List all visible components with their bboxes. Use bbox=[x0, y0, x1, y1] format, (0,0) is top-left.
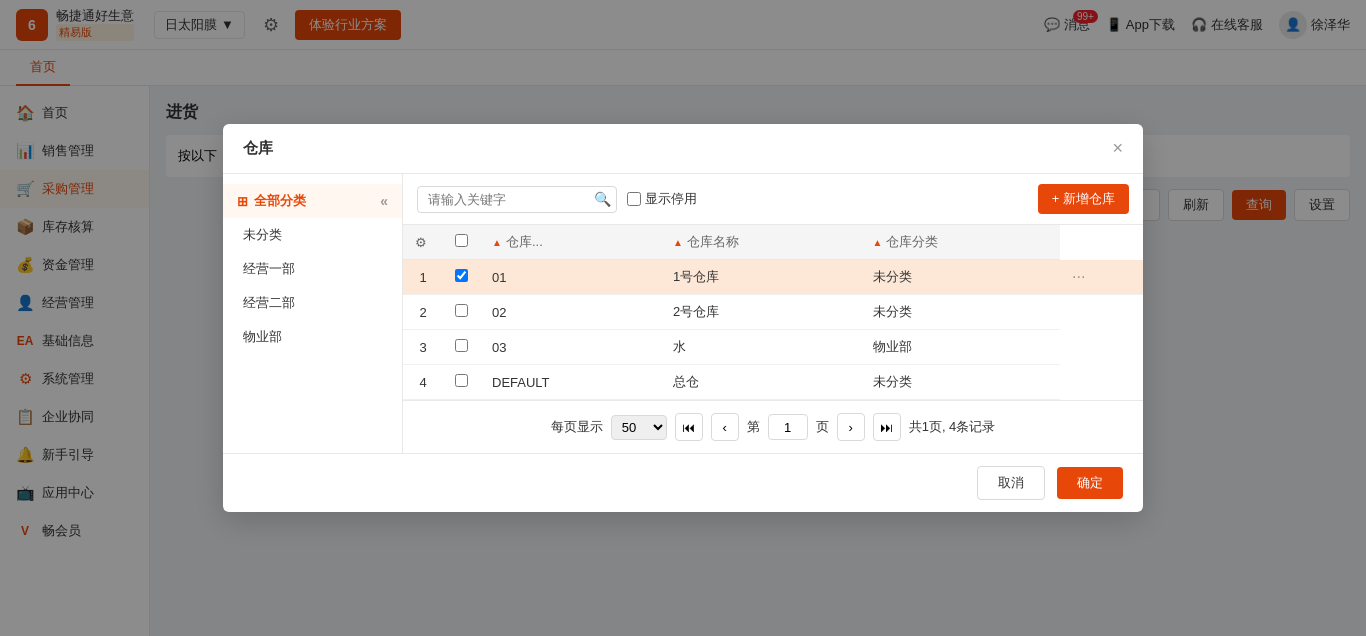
sort-icon-name: ▲ bbox=[673, 237, 683, 248]
row-checkbox[interactable] bbox=[455, 269, 468, 282]
row-checkbox[interactable] bbox=[455, 339, 468, 352]
search-input[interactable] bbox=[417, 186, 617, 213]
row-checkbox[interactable] bbox=[455, 374, 468, 387]
search-icon-button[interactable]: 🔍 bbox=[594, 191, 611, 207]
category-item-unclassified[interactable]: 未分类 bbox=[223, 218, 402, 252]
collapse-button[interactable]: « bbox=[380, 193, 388, 209]
first-page-button[interactable]: ⏮ bbox=[675, 413, 703, 441]
row-checkbox-cell bbox=[443, 295, 480, 330]
table-body: 1 01 1号仓库 未分类 ··· 2 02 2号仓库 未分类 3 03 水 物… bbox=[403, 260, 1143, 400]
total-label: 共1页, 4条记录 bbox=[909, 418, 996, 436]
confirm-button[interactable]: 确定 bbox=[1057, 467, 1123, 499]
show-disabled-checkbox[interactable] bbox=[627, 192, 641, 206]
row-code: DEFAULT bbox=[480, 365, 661, 400]
row-category: 未分类 bbox=[861, 365, 1061, 400]
row-name: 2号仓库 bbox=[661, 295, 861, 330]
table-row[interactable]: 1 01 1号仓库 未分类 ··· bbox=[403, 260, 1143, 295]
sort-icon-cat: ▲ bbox=[873, 237, 883, 248]
table-row[interactable]: 4 DEFAULT 总仓 未分类 bbox=[403, 365, 1143, 400]
search-input-wrap: 🔍 bbox=[417, 186, 617, 213]
row-category: 未分类 bbox=[861, 295, 1061, 330]
th-checkbox bbox=[443, 225, 480, 260]
table-row[interactable]: 3 03 水 物业部 bbox=[403, 330, 1143, 365]
row-num: 2 bbox=[403, 295, 443, 330]
row-checkbox-cell bbox=[443, 260, 480, 295]
select-all-checkbox[interactable] bbox=[455, 234, 468, 247]
last-page-button[interactable]: ⏭ bbox=[873, 413, 901, 441]
row-checkbox-cell bbox=[443, 330, 480, 365]
page-input[interactable] bbox=[768, 414, 808, 440]
modal-close-button[interactable]: × bbox=[1112, 138, 1123, 159]
grid-icon: ⊞ bbox=[237, 194, 248, 209]
table-head: ⚙ ▲ 仓库... ▲ 仓库名称 bbox=[403, 225, 1143, 260]
modal-title: 仓库 bbox=[243, 139, 273, 158]
row-code: 01 bbox=[480, 260, 661, 295]
modal-body: ⊞ 全部分类 « 未分类 经营一部 经营二部 物业部 🔍 bbox=[223, 174, 1143, 453]
row-name: 总仓 bbox=[661, 365, 861, 400]
prev-page-button[interactable]: ‹ bbox=[711, 413, 739, 441]
row-checkbox[interactable] bbox=[455, 304, 468, 317]
row-checkbox-cell bbox=[443, 365, 480, 400]
table-toolbar: 🔍 显示停用 + 新增仓库 bbox=[403, 174, 1143, 225]
next-page-button[interactable]: › bbox=[837, 413, 865, 441]
show-disabled-label[interactable]: 显示停用 bbox=[627, 190, 697, 208]
category-item-operation1[interactable]: 经营一部 bbox=[223, 252, 402, 286]
sort-icon: ▲ bbox=[492, 237, 502, 248]
all-categories-label: 全部分类 bbox=[254, 192, 306, 210]
modal-footer: 取消 确定 bbox=[223, 453, 1143, 512]
category-all-header[interactable]: ⊞ 全部分类 « bbox=[223, 184, 402, 218]
row-code: 02 bbox=[480, 295, 661, 330]
th-settings: ⚙ bbox=[403, 225, 443, 260]
page-label-before: 第 bbox=[747, 418, 760, 436]
category-item-operation2[interactable]: 经营二部 bbox=[223, 286, 402, 320]
pagination-bar: 每页显示 50 20 100 ⏮ ‹ 第 页 › ⏭ 共1页, 4条记录 bbox=[403, 400, 1143, 453]
row-num: 1 bbox=[403, 260, 443, 295]
row-num: 3 bbox=[403, 330, 443, 365]
per-page-select[interactable]: 50 20 100 bbox=[611, 415, 667, 440]
page-label: 页 bbox=[816, 418, 829, 436]
add-warehouse-button[interactable]: + 新增仓库 bbox=[1038, 184, 1129, 214]
row-category: 物业部 bbox=[861, 330, 1061, 365]
th-category: ▲ 仓库分类 bbox=[861, 225, 1061, 260]
row-num: 4 bbox=[403, 365, 443, 400]
row-actions: ··· bbox=[1060, 260, 1143, 295]
th-name: ▲ 仓库名称 bbox=[661, 225, 861, 260]
row-name: 1号仓库 bbox=[661, 260, 861, 295]
row-name: 水 bbox=[661, 330, 861, 365]
row-more-button[interactable]: ··· bbox=[1072, 268, 1085, 286]
table-header-row: ⚙ ▲ 仓库... ▲ 仓库名称 bbox=[403, 225, 1143, 260]
table-container: ⚙ ▲ 仓库... ▲ 仓库名称 bbox=[403, 225, 1143, 400]
category-panel: ⊞ 全部分类 « 未分类 经营一部 经营二部 物业部 bbox=[223, 174, 403, 453]
th-code: ▲ 仓库... bbox=[480, 225, 661, 260]
category-item-property[interactable]: 物业部 bbox=[223, 320, 402, 354]
warehouse-modal: 仓库 × ⊞ 全部分类 « 未分类 经营一部 经营二部 物业部 bbox=[223, 124, 1143, 512]
row-code: 03 bbox=[480, 330, 661, 365]
table-panel: 🔍 显示停用 + 新增仓库 ⚙ bbox=[403, 174, 1143, 453]
modal-header: 仓库 × bbox=[223, 124, 1143, 174]
warehouse-table: ⚙ ▲ 仓库... ▲ 仓库名称 bbox=[403, 225, 1143, 400]
row-category: 未分类 bbox=[861, 260, 1061, 295]
cancel-button[interactable]: 取消 bbox=[977, 466, 1045, 500]
per-page-label: 每页显示 bbox=[551, 418, 603, 436]
table-row[interactable]: 2 02 2号仓库 未分类 bbox=[403, 295, 1143, 330]
